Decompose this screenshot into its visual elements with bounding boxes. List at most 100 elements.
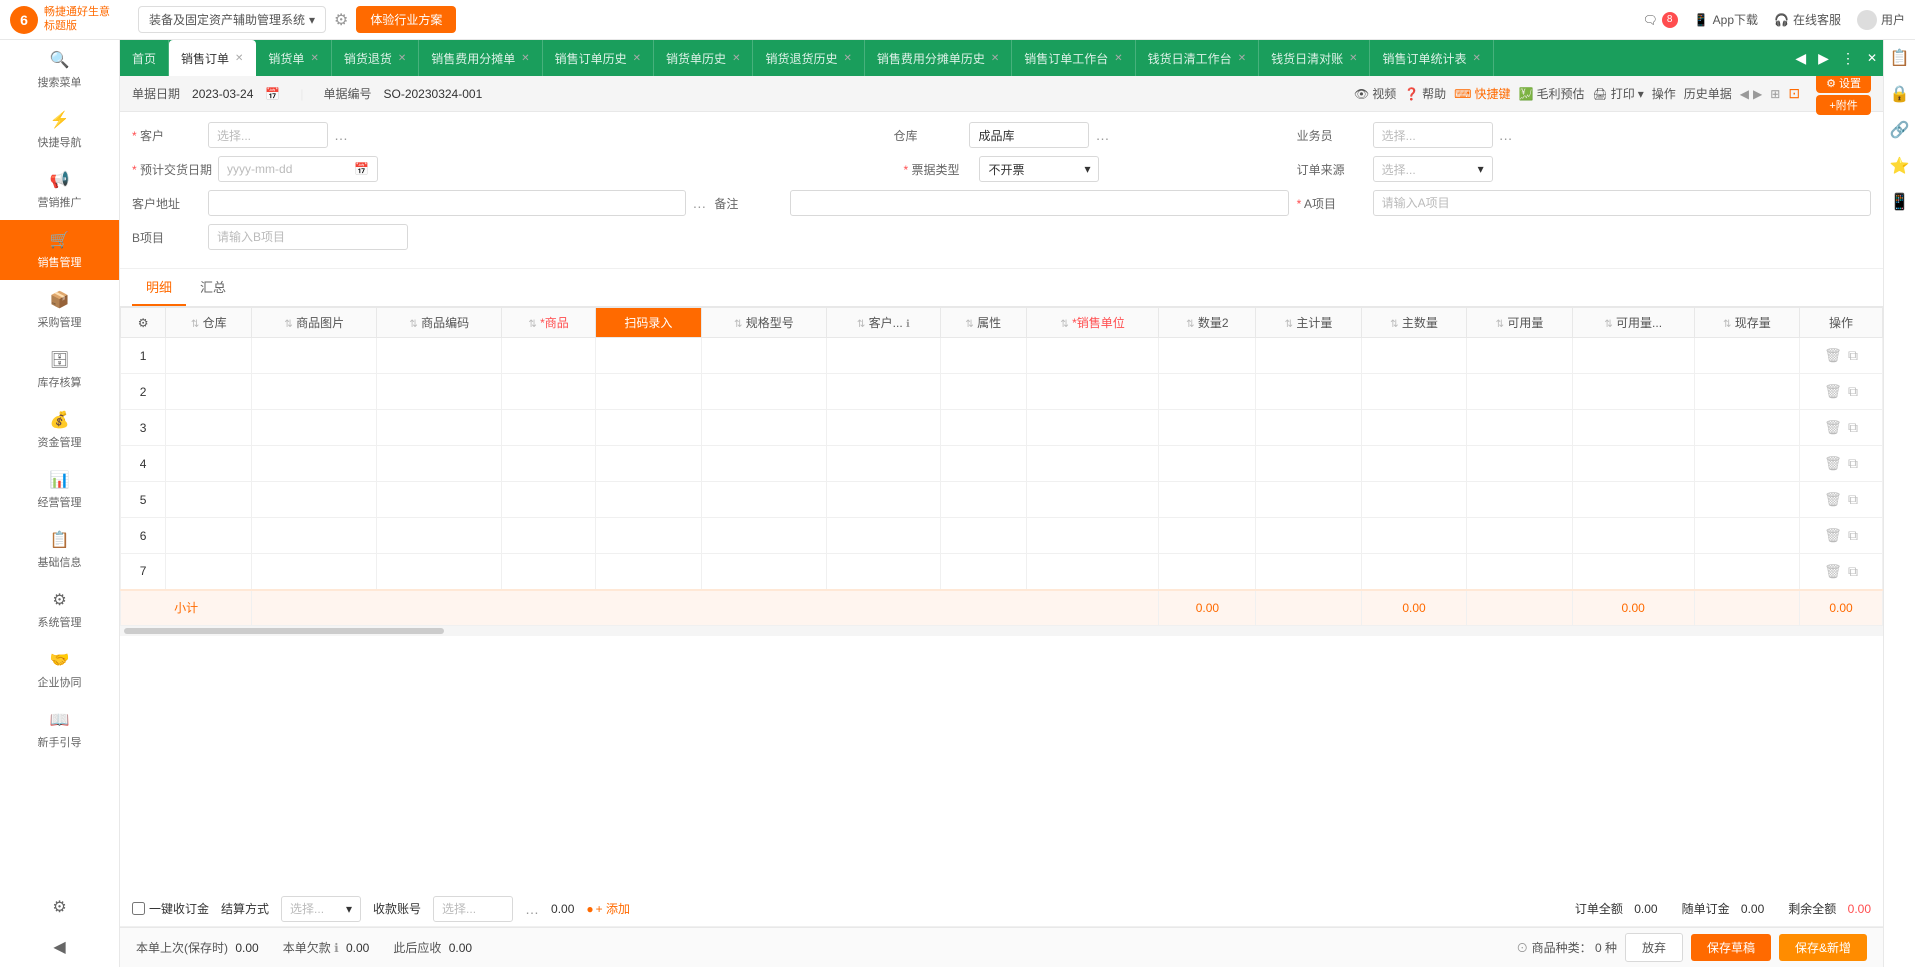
row-avail-qty[interactable]	[1467, 554, 1573, 590]
copy-icon[interactable]: ⧉	[1848, 563, 1858, 580]
sidebar-item-0[interactable]: 🔍搜索菜单	[0, 40, 119, 100]
sidebar-item-11[interactable]: 📖新手引导	[0, 700, 119, 760]
row-scan[interactable]	[595, 374, 701, 410]
link-icon[interactable]: 🔗	[1890, 120, 1910, 140]
row-current-qty[interactable]	[1694, 518, 1800, 554]
calendar-icon[interactable]: 📅	[265, 87, 280, 101]
shortcut-btn[interactable]: ⌨ 快捷键	[1454, 85, 1510, 102]
view-btn[interactable]: 👁 视频	[1354, 85, 1396, 102]
row-main-unit[interactable]	[1256, 410, 1362, 446]
delete-icon[interactable]: 🗑	[1824, 383, 1842, 400]
row-attr[interactable]	[940, 554, 1026, 590]
row-warehouse[interactable]	[166, 410, 252, 446]
row-code[interactable]	[377, 410, 502, 446]
add-payment-button[interactable]: ● + 添加	[586, 900, 630, 917]
row-warehouse[interactable]	[166, 446, 252, 482]
row-unit[interactable]	[1026, 374, 1159, 410]
tab-item-11[interactable]: 钱货日清对账✕	[1259, 40, 1370, 76]
tab-close-7[interactable]: ✕	[843, 53, 851, 64]
tab-close-10[interactable]: ✕	[1238, 53, 1246, 64]
row-product[interactable]	[502, 482, 596, 518]
row-main-qty[interactable]	[1361, 338, 1467, 374]
row-customer-code[interactable]	[826, 482, 940, 518]
col-unit[interactable]: ⇅ *销售单位	[1026, 308, 1159, 338]
row-scan[interactable]	[595, 482, 701, 518]
order-source-select[interactable]: 选择... ▾	[1373, 156, 1493, 182]
row-main-unit[interactable]	[1256, 554, 1362, 590]
tab-close-6[interactable]: ✕	[732, 53, 740, 64]
col-product[interactable]: ⇅ *商品	[502, 308, 596, 338]
col-code[interactable]: ⇅ 商品编码	[377, 308, 502, 338]
col-scan[interactable]: 扫码录入	[595, 308, 701, 338]
tab-item-2[interactable]: 销货单✕	[256, 40, 331, 76]
col-main-qty[interactable]: ⇅ 主数量	[1361, 308, 1467, 338]
scroll-thumb[interactable]	[124, 628, 444, 634]
row-avail-qty2[interactable]	[1572, 446, 1694, 482]
address-more-icon[interactable]: …	[692, 195, 706, 211]
account-select[interactable]: 选择...	[433, 896, 513, 922]
row-customer-code[interactable]	[826, 554, 940, 590]
col-qty2[interactable]: ⇅ 数量2	[1159, 308, 1256, 338]
row-product[interactable]	[502, 518, 596, 554]
row-customer-code[interactable]	[826, 518, 940, 554]
tab-item-4[interactable]: 销售费用分摊单✕	[419, 40, 542, 76]
row-customer-code[interactable]	[826, 338, 940, 374]
system-selector[interactable]: 装备及固定资产辅助管理系统 ▾	[138, 6, 326, 33]
delete-icon[interactable]: 🗑	[1824, 563, 1842, 580]
row-unit[interactable]	[1026, 338, 1159, 374]
row-current-qty[interactable]	[1694, 410, 1800, 446]
row-unit[interactable]	[1026, 446, 1159, 482]
clipboard-icon[interactable]: 📋	[1890, 48, 1910, 68]
salesperson-more-icon[interactable]: …	[1499, 127, 1513, 143]
tab-close-4[interactable]: ✕	[521, 53, 529, 64]
ticket-select[interactable]: 不开票 ▾	[979, 156, 1099, 182]
row-product[interactable]	[502, 446, 596, 482]
a-project-input[interactable]: 请输入A项目	[1373, 190, 1871, 216]
row-avail-qty[interactable]	[1467, 446, 1573, 482]
sidebar-item-10[interactable]: 🤝企业协同	[0, 640, 119, 700]
tab-item-10[interactable]: 钱货日清工作台✕	[1136, 40, 1259, 76]
row-main-unit[interactable]	[1256, 338, 1362, 374]
row-scan[interactable]	[595, 446, 701, 482]
row-unit[interactable]	[1026, 518, 1159, 554]
delete-icon[interactable]: 🗑	[1824, 419, 1842, 436]
row-spec[interactable]	[701, 446, 826, 482]
tab-item-12[interactable]: 销售订单统计表✕	[1370, 40, 1493, 76]
tab-close-5[interactable]: ✕	[633, 53, 641, 64]
sidebar-item-5[interactable]: 🗄库存核算	[0, 340, 119, 400]
tab-item-9[interactable]: 销售订单工作台✕	[1012, 40, 1135, 76]
settings-button[interactable]: ⚙ 设置	[1816, 76, 1871, 93]
row-code[interactable]	[377, 338, 502, 374]
copy-icon[interactable]: ⧉	[1848, 527, 1858, 544]
row-avail-qty2[interactable]	[1572, 482, 1694, 518]
col-warehouse[interactable]: ⇅ 仓库	[166, 308, 252, 338]
row-spec[interactable]	[701, 482, 826, 518]
row-attr[interactable]	[940, 482, 1026, 518]
row-code[interactable]	[377, 374, 502, 410]
row-attr[interactable]	[940, 338, 1026, 374]
row-image[interactable]	[252, 482, 377, 518]
sidebar-item-4[interactable]: 📦采购管理	[0, 280, 119, 340]
tab-close-8[interactable]: ✕	[991, 53, 999, 64]
sidebar-item-7[interactable]: 📊经营管理	[0, 460, 119, 520]
row-main-qty[interactable]	[1361, 518, 1467, 554]
row-code[interactable]	[377, 446, 502, 482]
row-qty2[interactable]	[1159, 338, 1256, 374]
row-avail-qty[interactable]	[1467, 338, 1573, 374]
account-more-icon[interactable]: …	[525, 901, 539, 917]
customer-more-icon[interactable]: …	[334, 127, 348, 143]
row-spec[interactable]	[701, 374, 826, 410]
row-unit[interactable]	[1026, 410, 1159, 446]
row-current-qty[interactable]	[1694, 338, 1800, 374]
row-image[interactable]	[252, 338, 377, 374]
row-main-unit[interactable]	[1256, 374, 1362, 410]
row-current-qty[interactable]	[1694, 374, 1800, 410]
row-image[interactable]	[252, 554, 377, 590]
scroll-bar[interactable]	[120, 626, 1883, 636]
row-avail-qty2[interactable]	[1572, 518, 1694, 554]
row-current-qty[interactable]	[1694, 482, 1800, 518]
lock-icon[interactable]: 🔒	[1890, 84, 1910, 104]
row-image[interactable]	[252, 446, 377, 482]
tab-close-12[interactable]: ✕	[1473, 53, 1481, 64]
tab-close-3[interactable]: ✕	[398, 53, 406, 64]
